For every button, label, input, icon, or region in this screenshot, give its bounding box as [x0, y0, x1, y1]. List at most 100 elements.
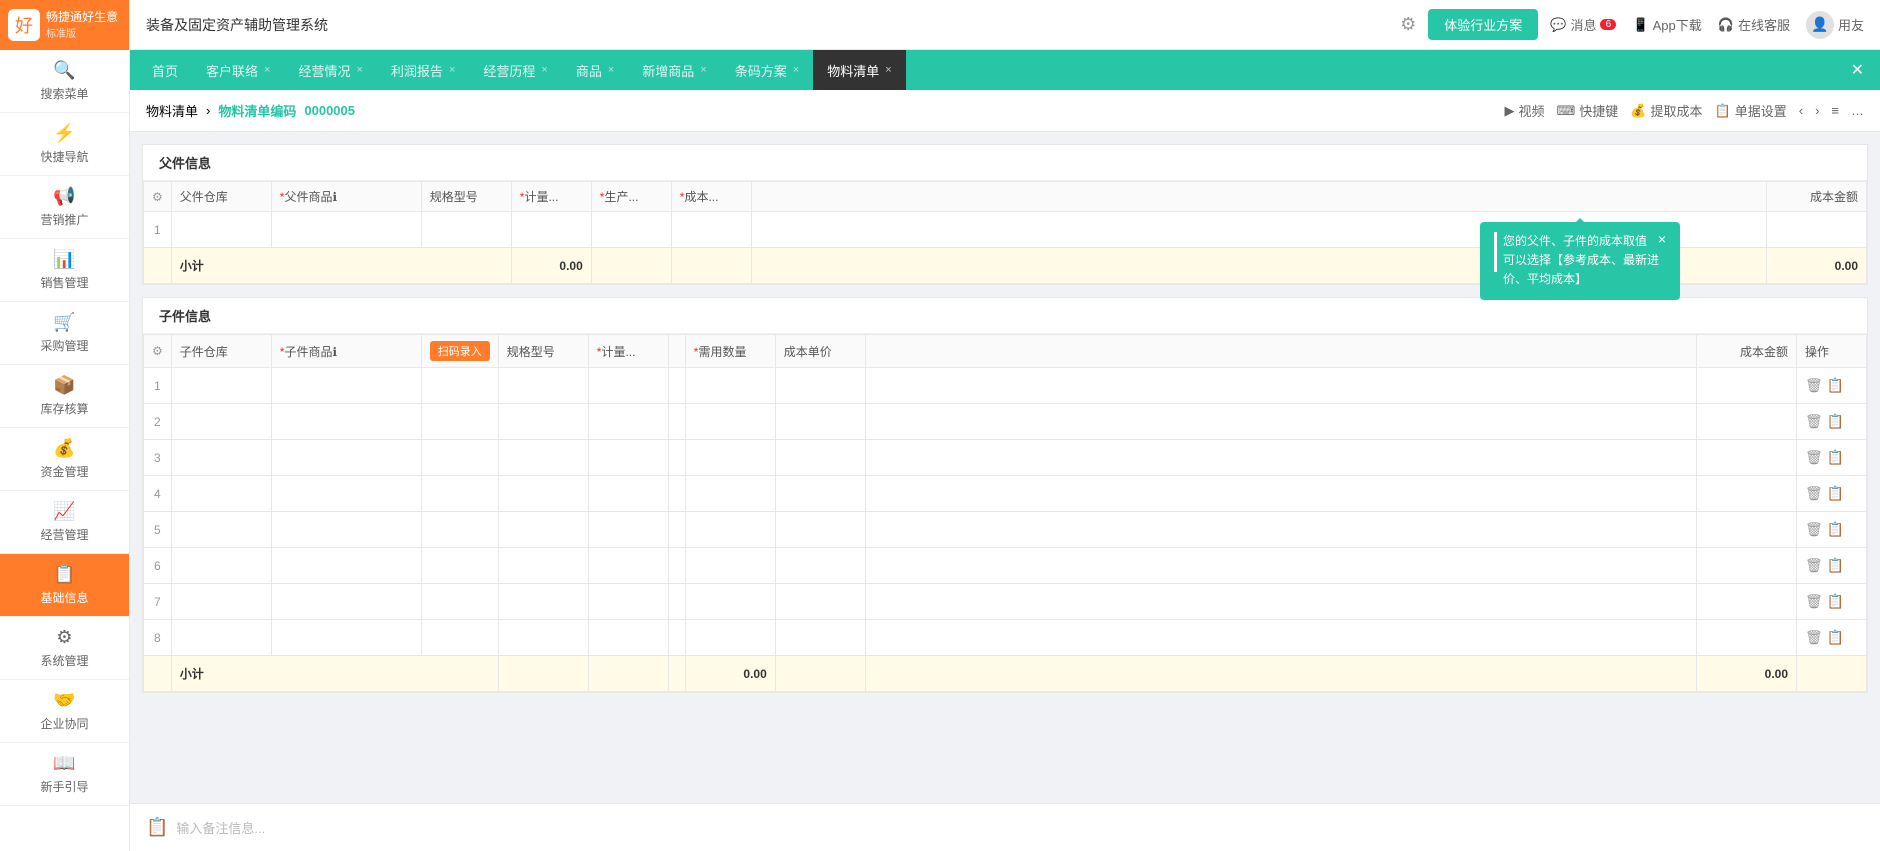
child-row-spec-2[interactable] [498, 404, 588, 440]
child-row-unit-1[interactable] [588, 368, 668, 404]
extract-cost-action[interactable]: 💰 提取成本 [1630, 101, 1702, 120]
sidebar-item-搜索菜单[interactable]: 🔍搜索菜单 [0, 50, 129, 113]
scan-btn[interactable]: 扫码录入 [430, 341, 490, 361]
child-row-goods-8[interactable] [271, 620, 421, 656]
breadcrumb-parent[interactable]: 物料清单 [146, 101, 198, 120]
parent-row-prod[interactable] [591, 212, 671, 248]
nav-next-btn[interactable]: › [1815, 103, 1819, 118]
delete-icon-6[interactable]: 🗑 [1805, 557, 1823, 574]
child-row-unit-3[interactable] [588, 440, 668, 476]
child-row-spec-3[interactable] [498, 440, 588, 476]
sidebar-item-库存核算[interactable]: 📦库存核算 [0, 365, 129, 428]
child-row-price-8[interactable] [775, 620, 865, 656]
delete-icon-8[interactable]: 🗑 [1805, 629, 1823, 646]
child-row-unit-7[interactable] [588, 584, 668, 620]
sidebar-item-销售管理[interactable]: 📊销售管理 [0, 239, 129, 302]
child-row-price-5[interactable] [775, 512, 865, 548]
child-row-spec-7[interactable] [498, 584, 588, 620]
child-row-qty-5[interactable] [685, 512, 775, 548]
child-row-qty-8[interactable] [685, 620, 775, 656]
child-row-spec-6[interactable] [498, 548, 588, 584]
tab-close-4[interactable]: × [541, 64, 547, 76]
shortcut-action[interactable]: ⌨ 快捷键 [1557, 101, 1619, 120]
parent-row-unit[interactable] [511, 212, 591, 248]
user-item[interactable]: 👤 用友 [1806, 11, 1864, 39]
delete-icon-3[interactable]: 🗑 [1805, 449, 1823, 466]
doc-settings-action[interactable]: 📋 单据设置 [1715, 101, 1787, 120]
sidebar-item-资金管理[interactable]: 💰资金管理 [0, 428, 129, 491]
sidebar-item-基础信息[interactable]: 📋基础信息 [0, 554, 129, 617]
tab-close-1[interactable]: × [264, 64, 270, 76]
view-list-btn[interactable]: ≡ [1831, 103, 1839, 118]
child-row-warehouse-4[interactable] [171, 476, 271, 512]
child-row-price-2[interactable] [775, 404, 865, 440]
delete-icon-1[interactable]: 🗑 [1805, 377, 1823, 394]
child-row-qty-7[interactable] [685, 584, 775, 620]
delete-icon-7[interactable]: 🗑 [1805, 593, 1823, 610]
child-row-spec-4[interactable] [498, 476, 588, 512]
message-item[interactable]: 💬 消息 6 [1550, 15, 1616, 34]
child-row-unit-8[interactable] [588, 620, 668, 656]
child-row-warehouse-8[interactable] [171, 620, 271, 656]
trial-button[interactable]: 体验行业方案 [1428, 9, 1538, 40]
nav-tab-0[interactable]: 首页 [138, 50, 192, 90]
nav-tab-7[interactable]: 条码方案× [721, 50, 813, 90]
nav-tab-6[interactable]: 新增商品× [628, 50, 720, 90]
video-action[interactable]: ▶ 视频 [1505, 101, 1545, 120]
child-row-price-7[interactable] [775, 584, 865, 620]
delete-icon-4[interactable]: 🗑 [1805, 485, 1823, 502]
copy-icon-2[interactable]: 📋 [1827, 413, 1844, 430]
tab-close-2[interactable]: × [356, 64, 362, 76]
child-row-spec-8[interactable] [498, 620, 588, 656]
child-row-qty-1[interactable] [685, 368, 775, 404]
child-row-unit-4[interactable] [588, 476, 668, 512]
parent-row-goods[interactable] [271, 212, 421, 248]
child-row-unit-5[interactable] [588, 512, 668, 548]
child-row-qty-3[interactable] [685, 440, 775, 476]
child-row-price-1[interactable] [775, 368, 865, 404]
tab-close-8[interactable]: × [885, 64, 891, 76]
sidebar-item-新手引导[interactable]: 📖新手引导 [0, 743, 129, 806]
copy-icon-4[interactable]: 📋 [1827, 485, 1844, 502]
more-btn[interactable]: … [1851, 103, 1864, 118]
nav-tab-8[interactable]: 物料清单× [813, 50, 905, 90]
sidebar-item-快捷导航[interactable]: ⚡快捷导航 [0, 113, 129, 176]
tab-close-3[interactable]: × [449, 64, 455, 76]
child-row-goods-4[interactable] [271, 476, 421, 512]
child-row-price-3[interactable] [775, 440, 865, 476]
child-row-qty-4[interactable] [685, 476, 775, 512]
child-th-scan[interactable]: 扫码录入 [421, 335, 498, 368]
tab-close-7[interactable]: × [793, 64, 799, 76]
child-row-warehouse-1[interactable] [171, 368, 271, 404]
child-row-warehouse-5[interactable] [171, 512, 271, 548]
child-row-goods-1[interactable] [271, 368, 421, 404]
child-row-spec-5[interactable] [498, 512, 588, 548]
tooltip-close-btn[interactable]: × [1658, 232, 1666, 246]
copy-icon-3[interactable]: 📋 [1827, 449, 1844, 466]
child-row-goods-7[interactable] [271, 584, 421, 620]
sidebar-item-营销推广[interactable]: 📢营销推广 [0, 176, 129, 239]
nav-tab-5[interactable]: 商品× [562, 50, 628, 90]
child-row-warehouse-3[interactable] [171, 440, 271, 476]
child-row-warehouse-7[interactable] [171, 584, 271, 620]
settings-icon[interactable]: ⚙ [1400, 14, 1416, 35]
sidebar-item-采购管理[interactable]: 🛒采购管理 [0, 302, 129, 365]
copy-icon-5[interactable]: 📋 [1827, 521, 1844, 538]
parent-row-spec[interactable] [421, 212, 511, 248]
delete-icon-5[interactable]: 🗑 [1805, 521, 1823, 538]
child-row-goods-5[interactable] [271, 512, 421, 548]
nav-tab-2[interactable]: 经营情况× [284, 50, 376, 90]
copy-icon-1[interactable]: 📋 [1827, 377, 1844, 394]
child-row-goods-3[interactable] [271, 440, 421, 476]
nav-prev-btn[interactable]: ‹ [1799, 103, 1803, 118]
child-row-qty-2[interactable] [685, 404, 775, 440]
child-row-qty-6[interactable] [685, 548, 775, 584]
copy-icon-7[interactable]: 📋 [1827, 593, 1844, 610]
nav-tab-1[interactable]: 客户联络× [192, 50, 284, 90]
parent-th-gear[interactable]: ⚙ [144, 182, 172, 212]
sidebar-item-系统管理[interactable]: ⚙系统管理 [0, 617, 129, 680]
online-service-item[interactable]: 🎧 在线客服 [1718, 15, 1790, 34]
child-row-goods-6[interactable] [271, 548, 421, 584]
child-row-unit-6[interactable] [588, 548, 668, 584]
child-row-unit-2[interactable] [588, 404, 668, 440]
